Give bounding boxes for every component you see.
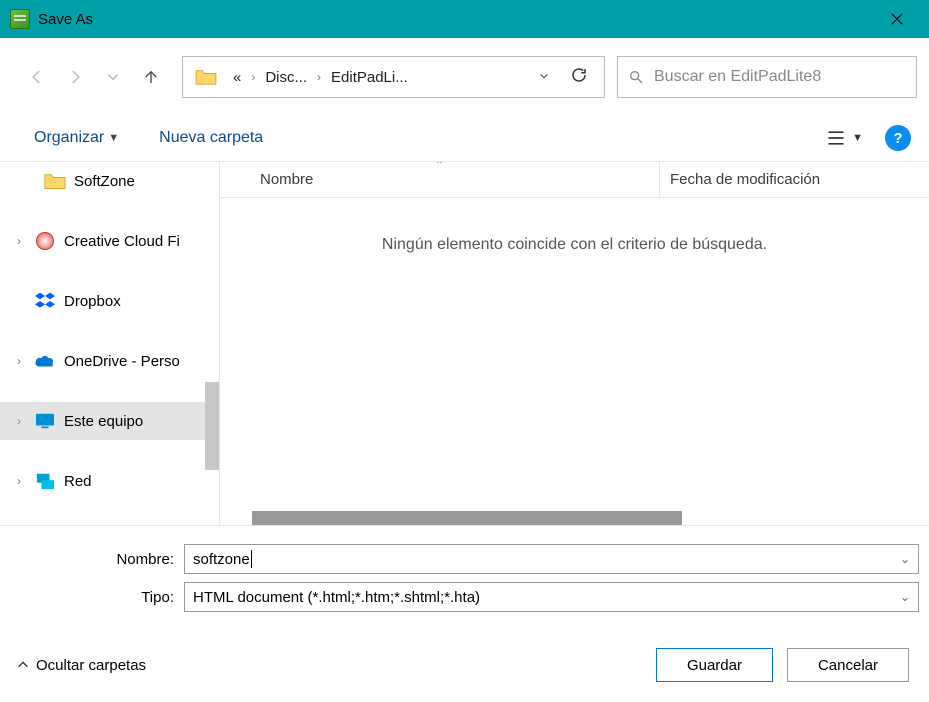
horizontal-scrollbar[interactable] — [252, 511, 897, 525]
creative-cloud-icon — [34, 231, 56, 251]
file-list: ⌃ Nombre Fecha de modificación Ningún el… — [220, 162, 929, 525]
forward-button[interactable] — [56, 58, 94, 96]
file-list-header: ⌃ Nombre Fecha de modificación — [220, 162, 929, 198]
recent-dropdown[interactable] — [94, 58, 132, 96]
sidebar-item-label: OneDrive - Perso — [64, 353, 180, 370]
sidebar-item-label: SoftZone — [74, 173, 135, 190]
search-placeholder: Buscar en EditPadLite8 — [654, 68, 821, 86]
expand-icon[interactable]: › — [12, 234, 26, 248]
toolbar: Organizar▼ Nueva carpeta ▼ ? — [0, 117, 929, 161]
breadcrumb-item[interactable]: EditPadLi... — [321, 69, 418, 86]
breadcrumb-ellipsis[interactable]: « — [223, 69, 251, 86]
search-input[interactable]: Buscar en EditPadLite8 — [617, 56, 917, 98]
sidebar-item-label: Dropbox — [64, 293, 121, 310]
filetype-label: Tipo: — [10, 589, 184, 606]
sidebar-item-this-pc[interactable]: › Este equipo — [0, 402, 219, 440]
chevron-down-icon[interactable]: ⌄ — [900, 552, 910, 566]
back-button[interactable] — [18, 58, 56, 96]
dropbox-icon — [34, 291, 56, 311]
expand-icon[interactable]: › — [12, 474, 26, 488]
breadcrumb-item[interactable]: Disc... — [255, 69, 317, 86]
sort-asc-icon: ⌃ — [435, 161, 443, 171]
window-title: Save As — [38, 11, 93, 28]
chevron-down-icon[interactable]: ⌄ — [900, 590, 910, 604]
filetype-select[interactable]: HTML document (*.html;*.htm;*.shtml;*.ht… — [184, 582, 919, 612]
folder-icon — [195, 68, 217, 86]
filename-input[interactable]: softzone ⌄ — [184, 544, 919, 574]
up-button[interactable] — [132, 58, 170, 96]
close-button[interactable] — [874, 0, 919, 38]
save-button[interactable]: Guardar — [656, 648, 773, 682]
sidebar-item-label: Red — [64, 473, 92, 490]
column-name[interactable]: ⌃ Nombre — [220, 162, 660, 197]
footer: Ocultar carpetas Guardar Cancelar — [0, 630, 929, 702]
filename-label: Nombre: — [10, 551, 184, 568]
folder-icon — [44, 171, 66, 191]
sidebar-item-label: Creative Cloud Fi — [64, 233, 180, 250]
sidebar-item-dropbox[interactable]: Dropbox — [0, 282, 219, 320]
nav-row: « › Disc... › EditPadLi... Buscar en Edi… — [0, 38, 929, 117]
empty-message: Ningún elemento coincide con el criterio… — [220, 198, 929, 254]
expand-icon[interactable]: › — [12, 414, 26, 428]
address-bar[interactable]: « › Disc... › EditPadLi... — [182, 56, 605, 98]
sidebar: SoftZone › Creative Cloud Fi Dropbox › O… — [0, 162, 220, 525]
hide-folders-button[interactable]: Ocultar carpetas — [16, 657, 146, 674]
chevron-down-icon: ▼ — [108, 132, 119, 144]
new-folder-button[interactable]: Nueva carpeta — [153, 125, 269, 151]
refresh-button[interactable] — [560, 66, 598, 89]
sidebar-item-creative-cloud[interactable]: › Creative Cloud Fi — [0, 222, 219, 260]
address-dropdown[interactable] — [528, 69, 560, 86]
sidebar-item-softzone[interactable]: SoftZone — [0, 162, 219, 200]
onedrive-icon — [34, 351, 56, 371]
sidebar-item-label: Este equipo — [64, 413, 143, 430]
main-pane: SoftZone › Creative Cloud Fi Dropbox › O… — [0, 161, 929, 525]
expand-icon[interactable]: › — [12, 354, 26, 368]
app-icon — [10, 9, 30, 29]
sidebar-scrollbar[interactable] — [205, 382, 219, 470]
view-mode-button[interactable]: ▼ — [826, 128, 863, 148]
save-form: Nombre: softzone ⌄ Tipo: HTML document (… — [0, 525, 929, 630]
cancel-button[interactable]: Cancelar — [787, 648, 909, 682]
titlebar[interactable]: Save As — [0, 0, 929, 38]
sidebar-item-network[interactable]: › Red — [0, 462, 219, 500]
sidebar-item-onedrive[interactable]: › OneDrive - Perso — [0, 342, 219, 380]
network-icon — [34, 471, 56, 491]
help-button[interactable]: ? — [885, 125, 911, 151]
pc-icon — [34, 411, 56, 431]
organize-menu[interactable]: Organizar▼ — [28, 125, 125, 151]
column-date[interactable]: Fecha de modificación — [660, 171, 929, 188]
